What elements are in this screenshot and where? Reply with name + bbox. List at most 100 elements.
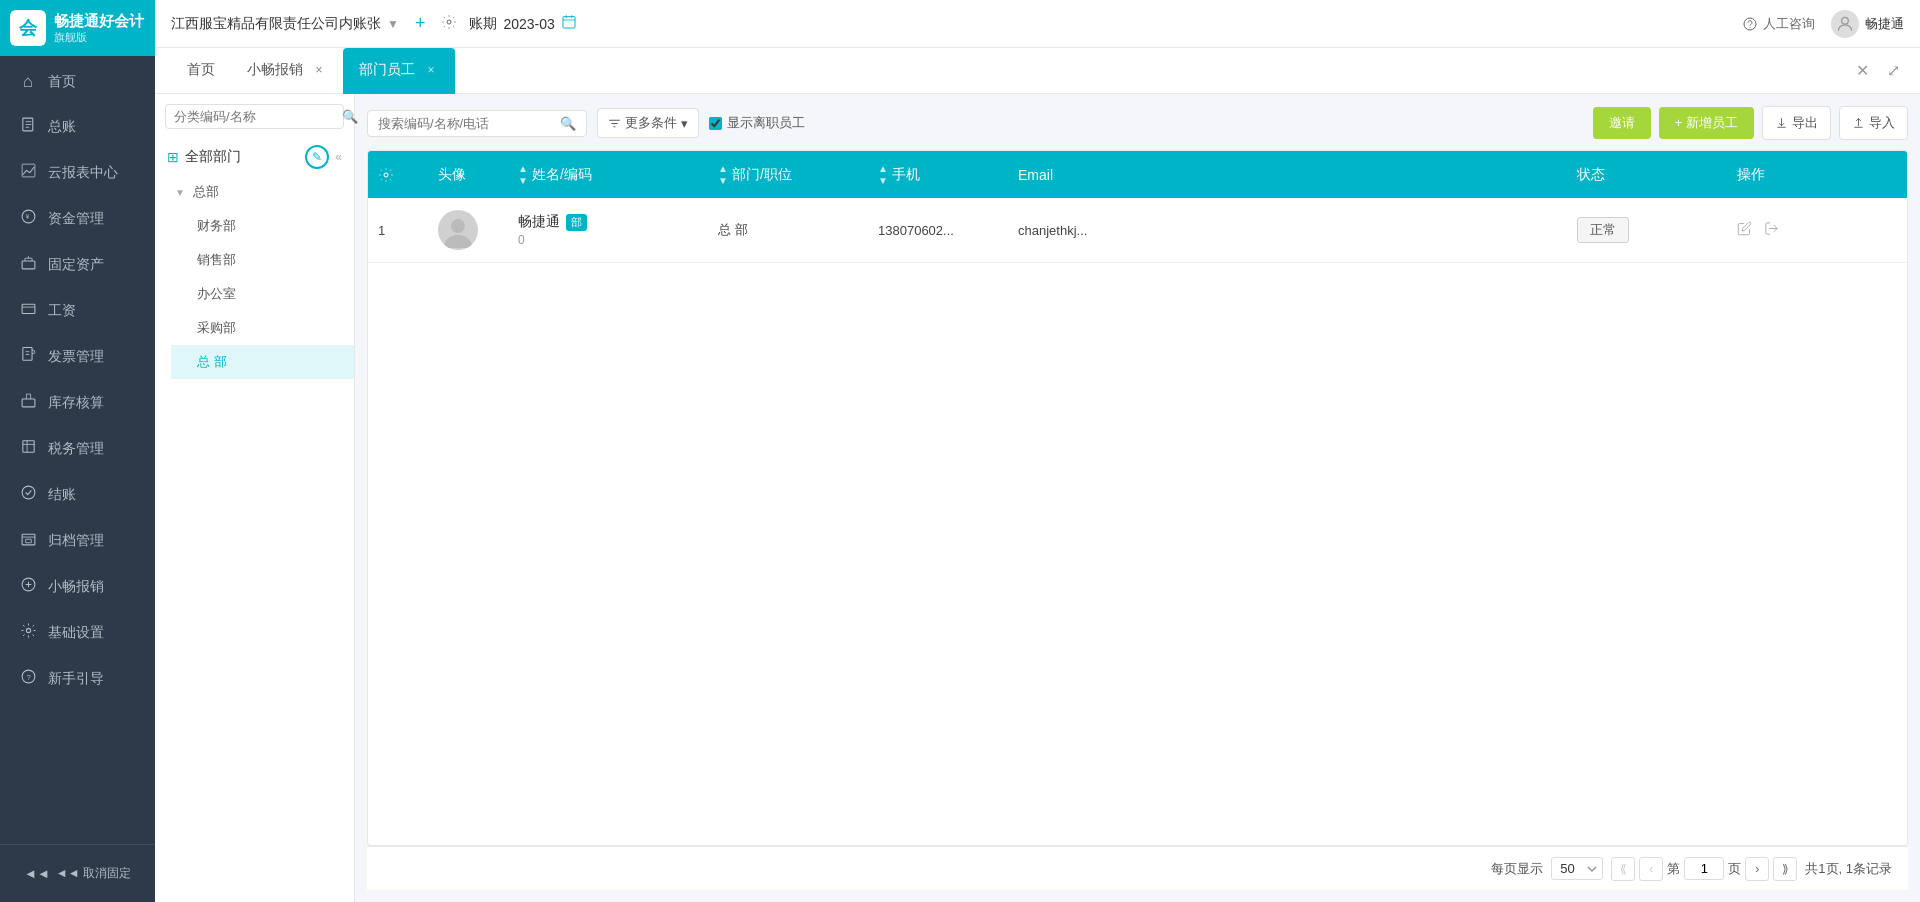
add-account-button[interactable]: +	[411, 13, 430, 34]
sidebar-item-label-settings: 基础设置	[48, 624, 104, 642]
employee-search-input[interactable]	[378, 116, 560, 131]
dept-tree: ▼ 总部 财务部 销售部 办公室 采购	[155, 175, 354, 892]
consult-button[interactable]: 人工咨询	[1742, 15, 1815, 33]
sidebar-item-tax[interactable]: 税务管理	[0, 426, 155, 472]
tab-expense-close-button[interactable]: ×	[311, 62, 327, 78]
svg-point-34	[1749, 26, 1750, 27]
dept-child-xiaoshou[interactable]: 销售部	[171, 243, 354, 277]
invite-button[interactable]: 邀请	[1593, 107, 1651, 139]
page-input[interactable]	[1684, 857, 1724, 880]
wages-icon	[18, 300, 38, 322]
sidebar-item-expense[interactable]: 小畅报销	[0, 564, 155, 610]
dept-child-zongbu[interactable]: 总 部	[171, 345, 354, 379]
page-last-button[interactable]: ⟫	[1773, 857, 1797, 881]
svg-rect-21	[25, 539, 31, 543]
reports-icon	[18, 162, 38, 184]
sidebar-item-settings[interactable]: 基础设置	[0, 610, 155, 656]
main-area: 江西服宝精品有限责任公司内账张 ▼ + 账期 2023-03 人工咨询 畅捷通	[155, 0, 1920, 902]
dept-children: 财务部 销售部 办公室 采购部 总 部	[155, 209, 354, 379]
sidebar-item-home[interactable]: ⌂ 首页	[0, 60, 155, 104]
page-size-select[interactable]: 50 100 200	[1551, 857, 1603, 880]
svg-point-33	[1744, 18, 1756, 30]
dept-child-caigoub[interactable]: 采购部	[171, 311, 354, 345]
dept-child-bangongshi[interactable]: 办公室	[171, 277, 354, 311]
export-button[interactable]: 导出	[1762, 106, 1831, 140]
dept-search-input[interactable]	[174, 109, 342, 124]
import-button[interactable]: 导入	[1839, 106, 1908, 140]
dept-search-box[interactable]: 🔍	[165, 104, 344, 129]
export-label: 导出	[1792, 114, 1818, 132]
logo-text-wrap: 畅捷通好会计 旗舰版	[54, 12, 144, 45]
svg-rect-4	[22, 164, 35, 177]
period-label: 账期	[469, 15, 497, 33]
pin-button[interactable]: ◄◄ ◄◄ 取消固定	[0, 855, 155, 892]
user-menu[interactable]: 畅捷通	[1831, 10, 1904, 38]
employee-search-icon[interactable]: 🔍	[560, 116, 576, 131]
logout-button[interactable]	[1764, 221, 1779, 239]
filter-button[interactable]: 更多条件 ▾	[597, 108, 699, 138]
th-name[interactable]: ▲▼ 姓名/编码	[508, 151, 708, 198]
sidebar-item-invoices[interactable]: 发票管理	[0, 334, 155, 380]
consult-label: 人工咨询	[1763, 15, 1815, 33]
company-selector[interactable]: 江西服宝精品有限责任公司内账张 ▼	[171, 15, 399, 33]
dept-edit-icon[interactable]: ✎	[305, 145, 329, 169]
sidebar-item-wages[interactable]: 工资	[0, 288, 155, 334]
sidebar-bottom: ◄◄ ◄◄ 取消固定	[0, 844, 155, 902]
svg-point-28	[447, 20, 451, 24]
th-avatar: 头像	[428, 151, 508, 198]
dept-node-root: ▼ 总部 财务部 销售部 办公室 采购	[155, 175, 354, 379]
dept-root-label[interactable]: ▼ 总部	[155, 175, 354, 209]
svg-rect-9	[22, 304, 35, 313]
topbar-settings-icon[interactable]	[441, 14, 457, 34]
calendar-icon[interactable]	[561, 14, 577, 33]
sort-dept-icon: ▲▼	[718, 163, 728, 186]
svg-point-36	[384, 173, 388, 177]
employee-code: 0	[518, 233, 587, 247]
expense-icon	[18, 576, 38, 598]
sidebar-item-archive[interactable]: 归档管理	[0, 518, 155, 564]
tab-dept[interactable]: 部门员工 ×	[343, 48, 455, 94]
sidebar-item-label-tax: 税务管理	[48, 440, 104, 458]
employee-search-box[interactable]: 🔍	[367, 110, 587, 137]
sidebar-item-ledger[interactable]: 总账	[0, 104, 155, 150]
tab-expense[interactable]: 小畅报销 ×	[231, 48, 343, 94]
employee-table: 头像 ▲▼ 姓名/编码 ▲▼ 部门/职位 ▲▼ 手机 E	[367, 150, 1908, 846]
th-settings[interactable]	[368, 151, 428, 198]
period-selector[interactable]: 账期 2023-03	[469, 14, 576, 33]
dept-child-caiwu[interactable]: 财务部	[171, 209, 354, 243]
dept-collapse-icon[interactable]: «	[335, 150, 342, 164]
show-resigned-checkbox[interactable]: 显示离职员工	[709, 114, 805, 132]
th-dept[interactable]: ▲▼ 部门/职位	[708, 151, 868, 198]
toolbar-right: 邀请 + 新增员工 导出 导入	[1593, 106, 1908, 140]
td-actions	[1727, 198, 1907, 262]
add-employee-button[interactable]: + 新增员工	[1659, 107, 1754, 139]
logo-title: 畅捷通好会计	[54, 12, 144, 30]
dept-all-header[interactable]: ⊞ 全部部门 ✎ «	[155, 139, 354, 175]
edit-button[interactable]	[1737, 221, 1752, 239]
sidebar-item-funds[interactable]: ¥ 资金管理	[0, 196, 155, 242]
tab-expand-button[interactable]: ⤢	[1883, 57, 1904, 84]
guide-icon: ?	[18, 668, 38, 690]
sidebar-item-guide[interactable]: ? 新手引导	[0, 656, 155, 702]
th-email: Email	[1008, 151, 1567, 198]
sidebar-item-assets[interactable]: 固定资产	[0, 242, 155, 288]
svg-rect-14	[22, 399, 35, 407]
page-first-button[interactable]: ⟪	[1611, 857, 1635, 881]
th-phone[interactable]: ▲▼ 手机	[868, 151, 1008, 198]
sidebar-item-label-close: 结账	[48, 486, 76, 504]
sidebar-item-inventory[interactable]: 库存核算	[0, 380, 155, 426]
sidebar-item-label-guide: 新手引导	[48, 670, 104, 688]
svg-text:?: ?	[26, 674, 30, 682]
sidebar-item-close[interactable]: 结账	[0, 472, 155, 518]
employee-email: chanjethkj...	[1018, 223, 1087, 238]
tab-dept-close-button[interactable]: ×	[423, 62, 439, 78]
page-prev-button[interactable]: ‹	[1639, 857, 1663, 881]
sidebar-item-label-ledger: 总账	[48, 118, 76, 136]
tabbar: 首页 小畅报销 × 部门员工 × ✕ ⤢	[155, 48, 1920, 94]
employee-avatar	[438, 210, 478, 250]
show-resigned-input[interactable]	[709, 117, 722, 130]
sidebar-item-reports[interactable]: 云报表中心	[0, 150, 155, 196]
tab-close-button[interactable]: ✕	[1852, 57, 1873, 84]
page-next-button[interactable]: ›	[1745, 857, 1769, 881]
tab-home[interactable]: 首页	[171, 48, 231, 94]
